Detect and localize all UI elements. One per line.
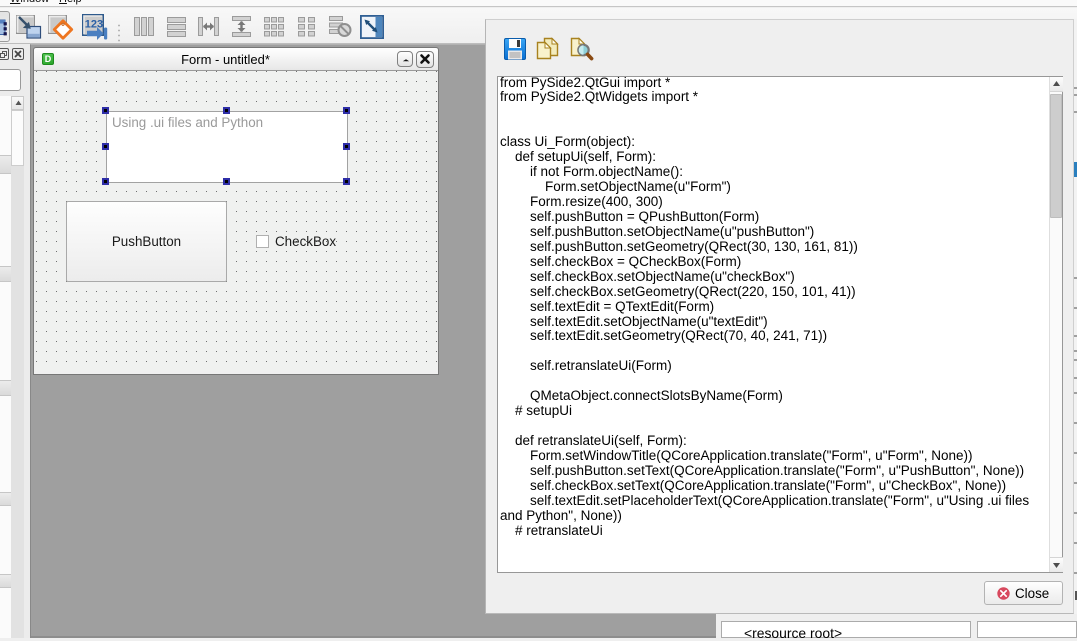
svg-text:123: 123 <box>85 18 103 30</box>
